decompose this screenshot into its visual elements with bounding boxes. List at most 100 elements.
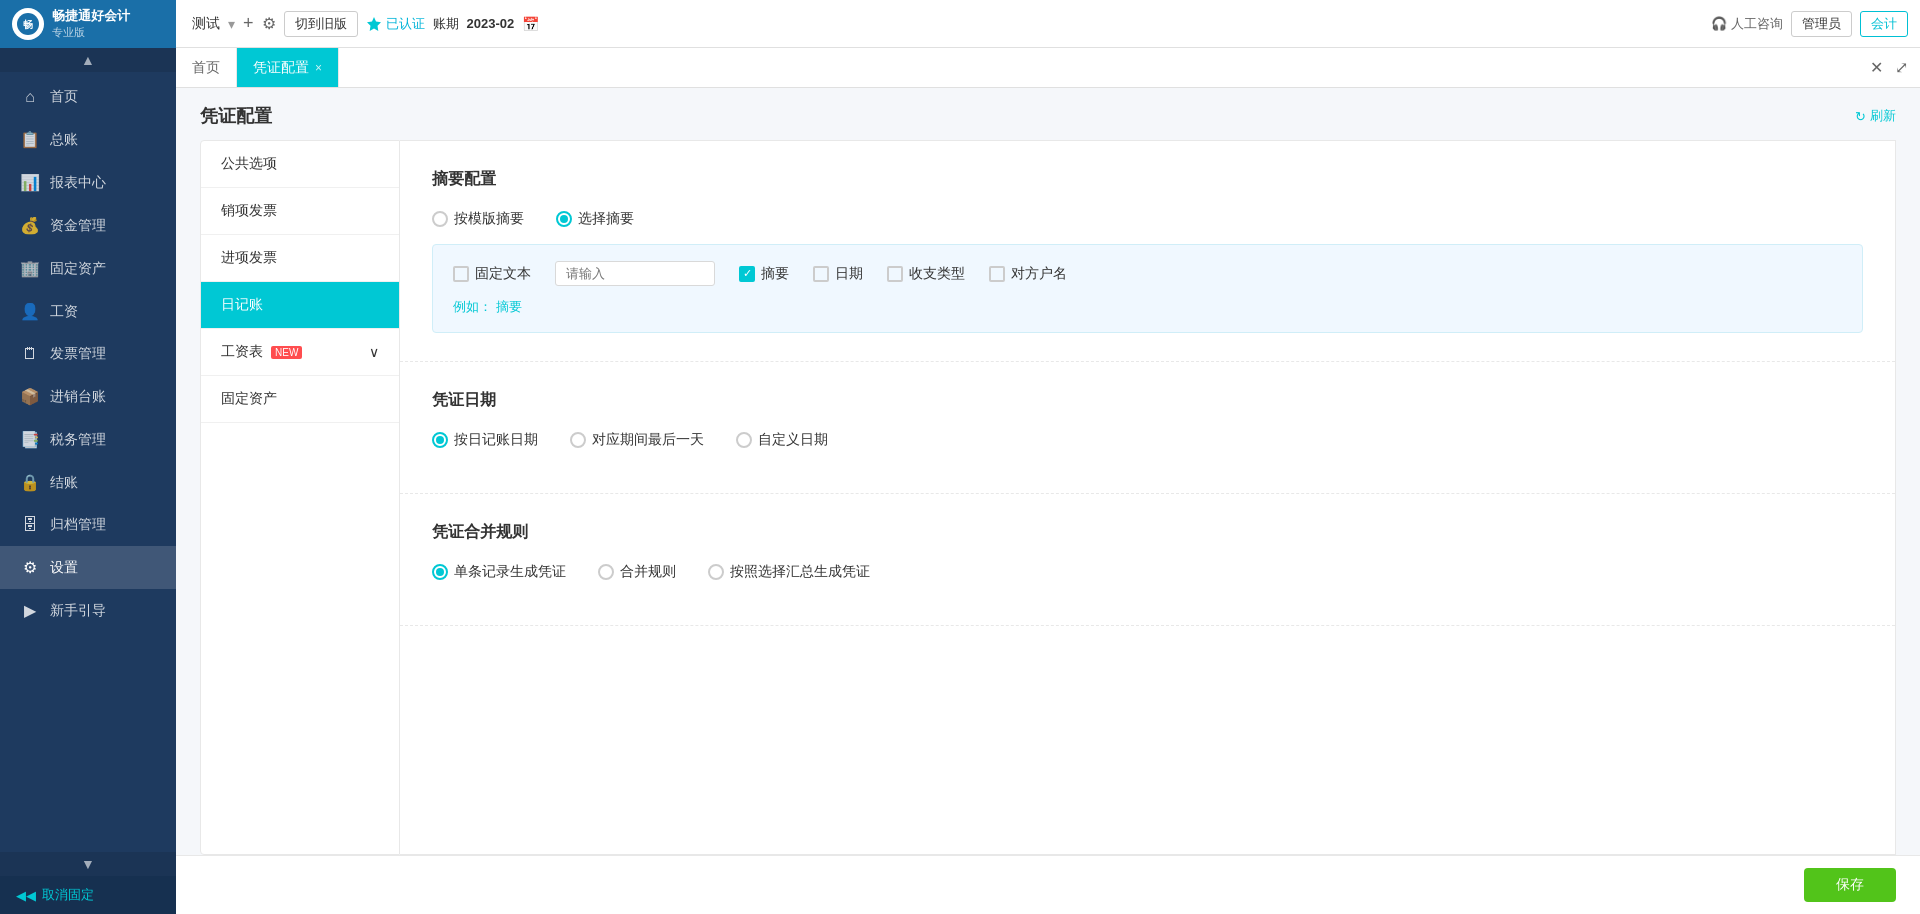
home-icon: ⌂ — [20, 88, 40, 106]
capital-icon: 💰 — [20, 216, 40, 235]
sidebar-item-home[interactable]: ⌂ 首页 — [0, 76, 176, 118]
sidebar-item-reports[interactable]: 📊 报表中心 — [0, 161, 176, 204]
checkbox-box-payment-type — [887, 266, 903, 282]
radio-single-record[interactable]: 单条记录生成凭证 — [432, 563, 566, 581]
merge-radio-group: 单条记录生成凭证 合并规则 按照选择汇总生成凭证 — [432, 563, 1863, 581]
refresh-button[interactable]: ↻ 刷新 — [1855, 107, 1896, 125]
pin-icon: ◀◀ — [16, 888, 36, 903]
scroll-down-button[interactable]: ▼ — [0, 852, 176, 876]
radio-circle-by-selection — [708, 564, 724, 580]
calendar-icon[interactable]: 📅 — [522, 16, 539, 32]
period-label: 账期 — [433, 15, 459, 33]
tax-icon: 📑 — [20, 430, 40, 449]
page-header: 凭证配置 ↻ 刷新 — [176, 88, 1920, 128]
left-nav-item-journal[interactable]: 日记账 — [201, 282, 399, 329]
logo-icon: 畅 — [12, 8, 44, 40]
radio-period-last[interactable]: 对应期间最后一天 — [570, 431, 704, 449]
top-header: 畅 畅捷通好会计 专业版 测试 ▾ + ⚙ 切到旧版 已认证 账期 2023-0… — [0, 0, 1920, 48]
refresh-icon: ↻ — [1855, 109, 1866, 124]
tab-bar: 首页 凭证配置 × ✕ ⤢ — [176, 48, 1920, 88]
headset-icon: 🎧 — [1711, 16, 1727, 31]
merge-section: 凭证合并规则 单条记录生成凭证 合并规则 按照选择汇总生成凭证 — [400, 494, 1895, 626]
guide-icon: ▶ — [20, 601, 40, 620]
tab-actions: ✕ ⤢ — [1858, 48, 1920, 87]
content-area: 首页 凭证配置 × ✕ ⤢ 凭证配置 ↻ 刷新 公共选项 — [176, 48, 1920, 914]
dropdown-icon[interactable]: ▾ — [228, 16, 235, 32]
radio-circle-select — [556, 211, 572, 227]
salary-icon: 👤 — [20, 302, 40, 321]
sidebar-item-tax[interactable]: 📑 税务管理 — [0, 418, 176, 461]
sidebar-item-invoice[interactable]: 🗒 发票管理 — [0, 333, 176, 375]
radio-circle-journal-date — [432, 432, 448, 448]
radio-circle-custom-date — [736, 432, 752, 448]
admin-button[interactable]: 管理员 — [1791, 11, 1852, 37]
sidebar-nav: ⌂ 首页 📋 总账 📊 报表中心 💰 资金管理 🏢 固定资产 👤 工资 — [0, 72, 176, 852]
checkbox-box-counterparty — [989, 266, 1005, 282]
add-icon[interactable]: + — [243, 13, 254, 34]
sidebar-item-trade[interactable]: 📦 进销台账 — [0, 375, 176, 418]
summary-section-title: 摘要配置 — [432, 169, 1863, 190]
radio-select-summary[interactable]: 选择摘要 — [556, 210, 634, 228]
sidebar-item-assets[interactable]: 🏢 固定资产 — [0, 247, 176, 290]
scroll-up-button[interactable]: ▲ — [0, 48, 176, 72]
sidebar-item-guide[interactable]: ▶ 新手引导 — [0, 589, 176, 632]
assets-icon: 🏢 — [20, 259, 40, 278]
left-nav-item-fixed-assets[interactable]: 固定资产 — [201, 376, 399, 423]
svg-text:畅: 畅 — [23, 19, 33, 30]
summary-radio-group: 按模版摘要 选择摘要 — [432, 210, 1863, 228]
sidebar-item-archive[interactable]: 🗄 归档管理 — [0, 504, 176, 546]
config-area: 摘要配置 按模版摘要 选择摘要 — [400, 140, 1896, 855]
radio-by-selection[interactable]: 按照选择汇总生成凭证 — [708, 563, 870, 581]
example-text: 例如： 摘要 — [453, 298, 1842, 316]
checkbox-box-summary — [739, 266, 755, 282]
checkbox-summary[interactable]: 摘要 — [739, 265, 789, 283]
checkbox-date[interactable]: 日期 — [813, 265, 863, 283]
logo-area: 畅 畅捷通好会计 专业版 — [0, 0, 176, 48]
tab-voucher-config[interactable]: 凭证配置 × — [237, 48, 339, 87]
switch-old-version-button[interactable]: 切到旧版 — [284, 11, 358, 37]
tab-home[interactable]: 首页 — [176, 48, 237, 87]
sidebar-item-salary[interactable]: 👤 工资 — [0, 290, 176, 333]
accountant-button[interactable]: 会计 — [1860, 11, 1908, 37]
fixed-text-input[interactable] — [555, 261, 715, 286]
logo-text: 畅捷通好会计 专业版 — [52, 7, 130, 40]
tab-close-icon[interactable]: ✕ — [1866, 54, 1887, 81]
summary-config-box: 固定文本 摘要 日期 — [432, 244, 1863, 333]
sidebar-item-close[interactable]: 🔒 结账 — [0, 461, 176, 504]
support-button[interactable]: 🎧 人工咨询 — [1711, 15, 1783, 33]
project-name: 测试 — [192, 15, 220, 33]
tab-close-button[interactable]: × — [315, 61, 322, 75]
inner-layout: 公共选项 销项发票 进项发票 日记账 工资表 NEW ∨ — [176, 128, 1920, 855]
checkbox-counterparty[interactable]: 对方户名 — [989, 265, 1067, 283]
settings-nav-icon: ⚙ — [20, 558, 40, 577]
trade-icon: 📦 — [20, 387, 40, 406]
summary-section: 摘要配置 按模版摘要 选择摘要 — [400, 141, 1895, 362]
ledger-icon: 📋 — [20, 130, 40, 149]
radio-merge-rule[interactable]: 合并规则 — [598, 563, 676, 581]
left-nav-item-public[interactable]: 公共选项 — [201, 141, 399, 188]
radio-template-summary[interactable]: 按模版摘要 — [432, 210, 524, 228]
checkbox-fixed-text[interactable]: 固定文本 — [453, 265, 531, 283]
settings-icon[interactable]: ⚙ — [262, 14, 276, 33]
left-nav-item-purchase-invoice[interactable]: 进项发票 — [201, 235, 399, 282]
cancel-fixed-button[interactable]: ◀◀ 取消固定 — [0, 876, 176, 914]
checkbox-box-fixed-text — [453, 266, 469, 282]
radio-circle-template — [432, 211, 448, 227]
sidebar-item-capital[interactable]: 💰 资金管理 — [0, 204, 176, 247]
sidebar-item-ledger[interactable]: 📋 总账 — [0, 118, 176, 161]
merge-section-title: 凭证合并规则 — [432, 522, 1863, 543]
certified-badge: 已认证 — [366, 15, 425, 33]
checkbox-box-date — [813, 266, 829, 282]
tab-expand-icon[interactable]: ⤢ — [1891, 54, 1912, 81]
radio-custom-date[interactable]: 自定义日期 — [736, 431, 828, 449]
left-nav-item-sales-invoice[interactable]: 销项发票 — [201, 188, 399, 235]
left-nav-item-payroll[interactable]: 工资表 NEW ∨ — [201, 329, 399, 376]
radio-journal-date[interactable]: 按日记账日期 — [432, 431, 538, 449]
checkbox-payment-type[interactable]: 收支类型 — [887, 265, 965, 283]
close-period-icon: 🔒 — [20, 473, 40, 492]
bottom-bar: 保存 — [176, 855, 1920, 914]
date-section-title: 凭证日期 — [432, 390, 1863, 411]
sidebar-item-settings[interactable]: ⚙ 设置 — [0, 546, 176, 589]
reports-icon: 📊 — [20, 173, 40, 192]
save-button[interactable]: 保存 — [1804, 868, 1896, 902]
